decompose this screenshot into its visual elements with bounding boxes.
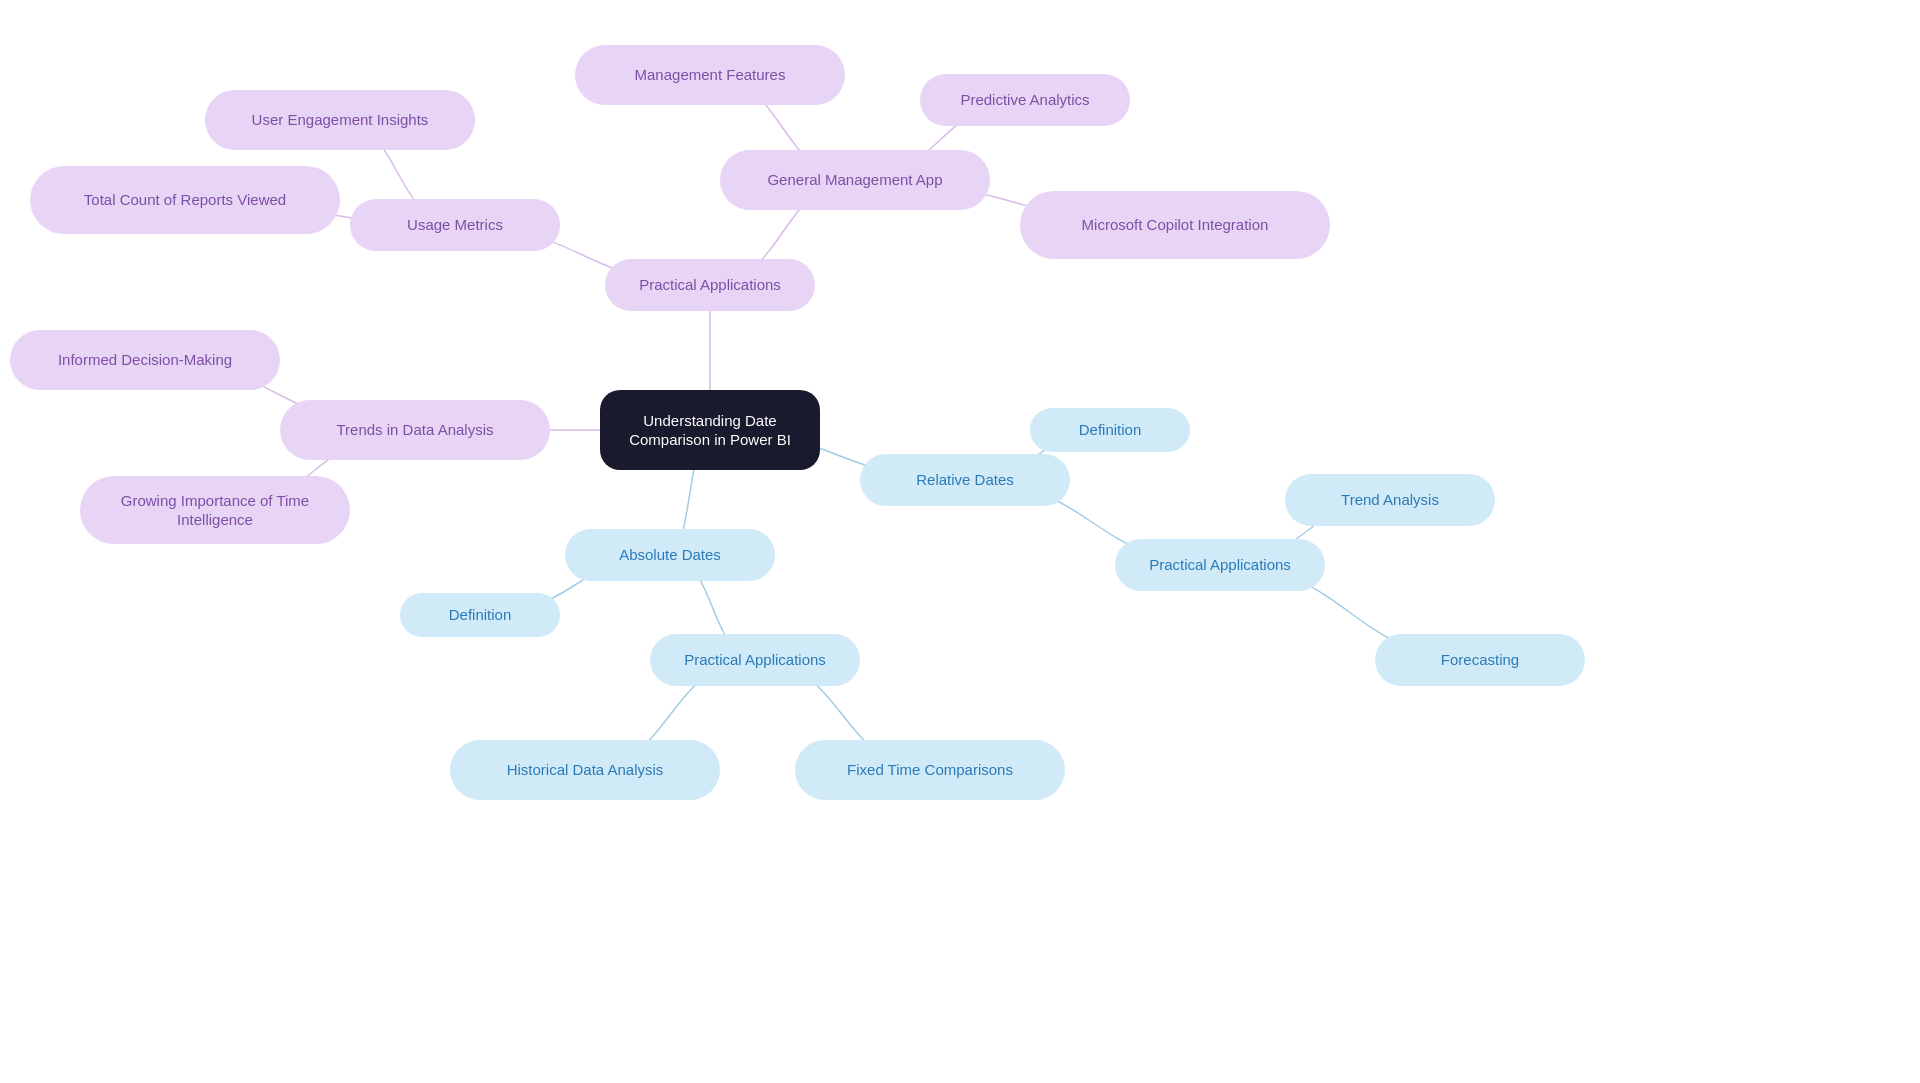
node-total-count[interactable]: Total Count of Reports Viewed [30,166,340,234]
node-user-engagement[interactable]: User Engagement Insights [205,90,475,150]
node-practical-apps-rel[interactable]: Practical Applications [1115,539,1325,591]
node-usage-metrics[interactable]: Usage Metrics [350,199,560,251]
node-definition-abs[interactable]: Definition [400,593,560,637]
node-historical-data[interactable]: Historical Data Analysis [450,740,720,800]
node-management-features[interactable]: Management Features [575,45,845,105]
node-informed-decision[interactable]: Informed Decision-Making [10,330,280,390]
node-general-management[interactable]: General Management App [720,150,990,210]
node-growing-importance[interactable]: Growing Importance of Time Intelligence [80,476,350,544]
node-trends-data-analysis[interactable]: Trends in Data Analysis [280,400,550,460]
center-node[interactable]: Understanding Date Comparison in Power B… [600,390,820,470]
node-fixed-time[interactable]: Fixed Time Comparisons [795,740,1065,800]
node-trend-analysis[interactable]: Trend Analysis [1285,474,1495,526]
node-practical-apps-abs[interactable]: Practical Applications [650,634,860,686]
node-absolute-dates[interactable]: Absolute Dates [565,529,775,581]
node-practical-applications-top[interactable]: Practical Applications [605,259,815,311]
node-ms-copilot[interactable]: Microsoft Copilot Integration [1020,191,1330,259]
node-definition-rel[interactable]: Definition [1030,408,1190,452]
node-relative-dates[interactable]: Relative Dates [860,454,1070,506]
node-predictive-analytics[interactable]: Predictive Analytics [920,74,1130,126]
node-forecasting[interactable]: Forecasting [1375,634,1585,686]
